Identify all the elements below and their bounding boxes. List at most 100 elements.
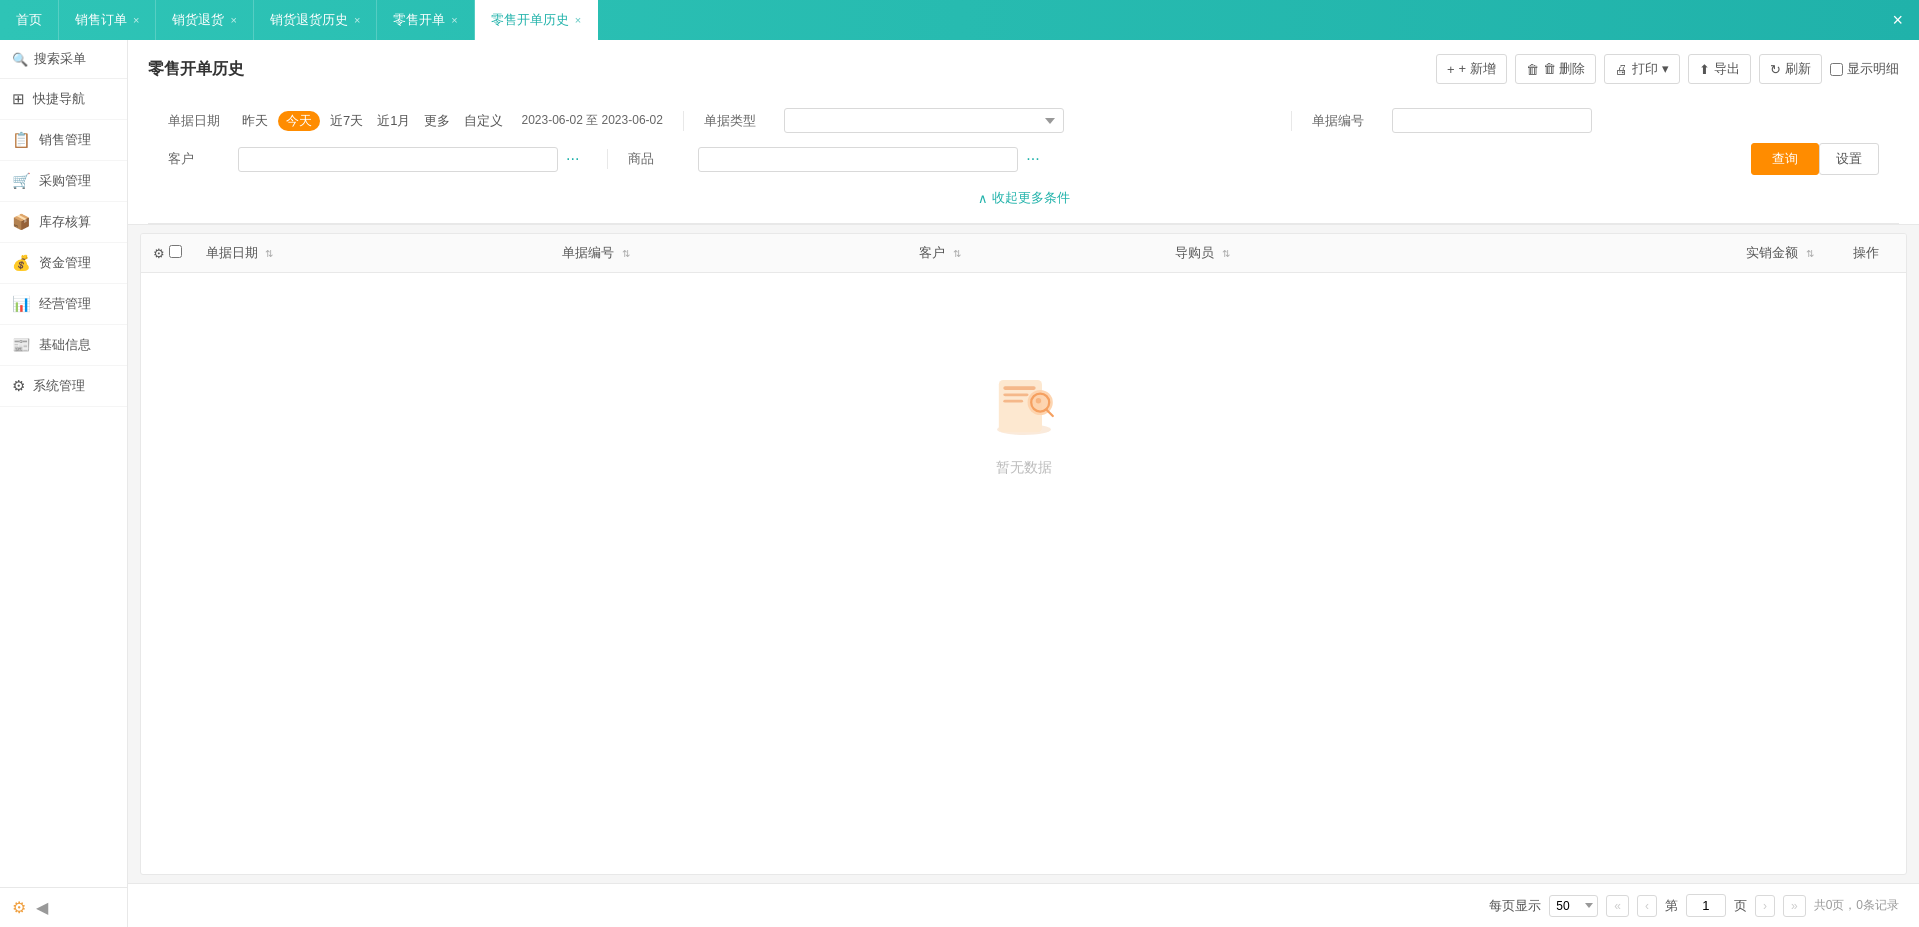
doc-type-select[interactable] — [784, 108, 1064, 133]
date-opt-today[interactable]: 今天 — [278, 111, 320, 131]
doc-no-input[interactable] — [1392, 108, 1592, 133]
date-opt-last7days[interactable]: 近7天 — [326, 110, 367, 132]
filter-section-docno: 单据编号 — [1312, 108, 1879, 133]
svg-point-8 — [1035, 398, 1040, 403]
date-opt-more[interactable]: 更多 — [420, 110, 454, 132]
page-number-input[interactable] — [1686, 894, 1726, 917]
sidebar-item-base-info[interactable]: 📰 基础信息 — [0, 325, 127, 366]
total-info: 共0页，0条记录 — [1814, 897, 1899, 914]
sidebar-item-system[interactable]: ⚙ 系统管理 — [0, 366, 127, 407]
sidebar-item-inventory[interactable]: 📦 库存核算 — [0, 202, 127, 243]
topbar-actions: × — [1876, 10, 1919, 31]
settings-button[interactable]: 设置 — [1819, 143, 1879, 175]
tab-sales-order[interactable]: 销售订单× — [59, 0, 156, 40]
sidebar-item-quick-nav[interactable]: ⊞ 快捷导航 — [0, 79, 127, 120]
pagination-bar: 每页显示 50 10 20 100 « ‹ 第 页 › » 共0页，0条记录 — [128, 883, 1919, 927]
filter-row-date: 单据日期 昨天 今天 近7天 近1月 更多 自定义 2023-06-02 至 2… — [168, 108, 1879, 133]
tab-close-sales-return-history[interactable]: × — [354, 14, 360, 26]
add-icon: + — [1447, 62, 1455, 77]
toolbar: + + 新增 🗑 🗑 删除 🖨 打印 ▾ ⬆ 导出 — [1436, 54, 1899, 84]
tab-sales-return[interactable]: 销货退货× — [156, 0, 253, 40]
refresh-icon: ↻ — [1770, 62, 1781, 77]
sort-amount-icon: ⇅ — [1806, 248, 1814, 259]
operations-icon: 📊 — [12, 295, 31, 313]
purchase-mgmt-icon: 🛒 — [12, 172, 31, 190]
collapse-sidebar-icon[interactable]: ◀ — [36, 898, 48, 917]
collapse-filter-btn[interactable]: ∧ 收起更多条件 — [168, 185, 1879, 211]
delete-button[interactable]: 🗑 🗑 删除 — [1515, 54, 1597, 84]
svg-rect-3 — [1003, 394, 1028, 397]
sidebar-item-sales-mgmt[interactable]: 📋销售管理 — [0, 120, 127, 161]
base-info-icon: 📰 — [12, 336, 31, 354]
th-amount[interactable]: 实销金额 ⇅ — [1469, 234, 1826, 273]
prev-page-button[interactable]: ‹ — [1637, 895, 1657, 917]
sort-no-icon: ⇅ — [622, 248, 630, 259]
tab-close-sales-order[interactable]: × — [133, 14, 139, 26]
sidebar-item-purchase-mgmt[interactable]: 🛒采购管理 — [0, 161, 127, 202]
page-size-select[interactable]: 50 10 20 100 — [1549, 895, 1598, 917]
sort-date-icon: ⇅ — [265, 248, 273, 259]
date-range-text: 2023-06-02 至 2023-06-02 — [521, 112, 662, 129]
export-button[interactable]: ⬆ 导出 — [1688, 54, 1751, 84]
tab-bar: 首页销售订单×销货退货×销货退货历史×零售开单×零售开单历史× — [0, 0, 1876, 40]
print-icon: 🖨 — [1615, 62, 1628, 77]
filter-section-doctype: 单据类型 — [704, 108, 1271, 133]
sidebar-label-system: 系统管理 — [33, 377, 85, 395]
goods-more-icon[interactable]: ··· — [1018, 150, 1047, 168]
tab-home[interactable]: 首页 — [0, 0, 59, 40]
select-all-checkbox[interactable] — [169, 245, 182, 258]
sort-salesperson-icon: ⇅ — [1222, 248, 1230, 259]
page-header-top: 零售开单历史 + + 新增 🗑 🗑 删除 🖨 打印 ▾ — [148, 54, 1899, 84]
date-opt-last1month[interactable]: 近1月 — [373, 110, 414, 132]
date-opt-yesterday[interactable]: 昨天 — [238, 110, 272, 132]
goods-filter-label: 商品 — [628, 150, 698, 168]
filter-row-customer: 客户 ··· 商品 ··· 查询 设置 — [168, 143, 1879, 175]
sidebar-label-quick-nav: 快捷导航 — [33, 90, 85, 108]
th-checkbox: ⚙ — [141, 234, 194, 273]
customer-more-icon[interactable]: ··· — [558, 150, 587, 168]
th-customer[interactable]: 客户 ⇅ — [907, 234, 1163, 273]
table-config-icon[interactable]: ⚙ — [153, 246, 165, 261]
print-button[interactable]: 🖨 打印 ▾ — [1604, 54, 1680, 84]
sidebar-label-base-info: 基础信息 — [39, 336, 91, 354]
th-date[interactable]: 单据日期 ⇅ — [194, 234, 551, 273]
tab-sales-return-history[interactable]: 销货退货历史× — [254, 0, 377, 40]
page-unit: 页 — [1734, 897, 1747, 915]
window-close-button[interactable]: × — [1888, 10, 1907, 31]
date-opt-custom[interactable]: 自定义 — [460, 110, 507, 132]
query-button[interactable]: 查询 — [1751, 143, 1819, 175]
collapse-icon: ∧ — [978, 191, 988, 206]
next-page-button[interactable]: › — [1755, 895, 1775, 917]
empty-state: 暂无数据 — [141, 273, 1906, 557]
first-page-button[interactable]: « — [1606, 895, 1629, 917]
th-salesperson[interactable]: 导购员 ⇅ — [1163, 234, 1469, 273]
tab-close-sales-return[interactable]: × — [230, 14, 236, 26]
svg-rect-2 — [1003, 386, 1035, 390]
sidebar-search[interactable]: 🔍 搜索采单 — [0, 40, 127, 79]
tab-close-retail-open-history[interactable]: × — [575, 14, 581, 26]
system-icon: ⚙ — [12, 377, 25, 395]
sidebar-item-operations[interactable]: 📊经营管理 — [0, 284, 127, 325]
th-actions: 操作 — [1826, 234, 1906, 273]
last-page-button[interactable]: » — [1783, 895, 1806, 917]
tab-close-retail-open[interactable]: × — [451, 14, 457, 26]
sidebar-label-inventory: 库存核算 — [39, 213, 91, 231]
customer-input[interactable] — [238, 147, 558, 172]
tab-retail-open[interactable]: 零售开单× — [377, 0, 474, 40]
sidebar-item-finance[interactable]: 💰资金管理 — [0, 243, 127, 284]
page-word: 第 — [1665, 897, 1678, 915]
th-no[interactable]: 单据编号 ⇅ — [550, 234, 907, 273]
data-table: ⚙ 单据日期 ⇅ 单据编号 ⇅ 客户 ⇅ — [141, 234, 1906, 557]
quick-nav-icon: ⊞ — [12, 90, 25, 108]
display-detail-toggle[interactable]: 显示明细 — [1830, 60, 1899, 78]
settings-icon[interactable]: ⚙ — [12, 898, 26, 917]
inventory-icon: 📦 — [12, 213, 31, 231]
goods-input[interactable] — [698, 147, 1018, 172]
empty-text: 暂无数据 — [996, 459, 1052, 477]
add-button[interactable]: + + 新增 — [1436, 54, 1507, 84]
display-detail-checkbox[interactable] — [1830, 63, 1843, 76]
tab-retail-open-history[interactable]: 零售开单历史× — [475, 0, 598, 40]
refresh-button[interactable]: ↻ 刷新 — [1759, 54, 1822, 84]
sidebar-label-finance: 资金管理 — [39, 254, 91, 272]
filter-divider-3 — [607, 149, 608, 169]
